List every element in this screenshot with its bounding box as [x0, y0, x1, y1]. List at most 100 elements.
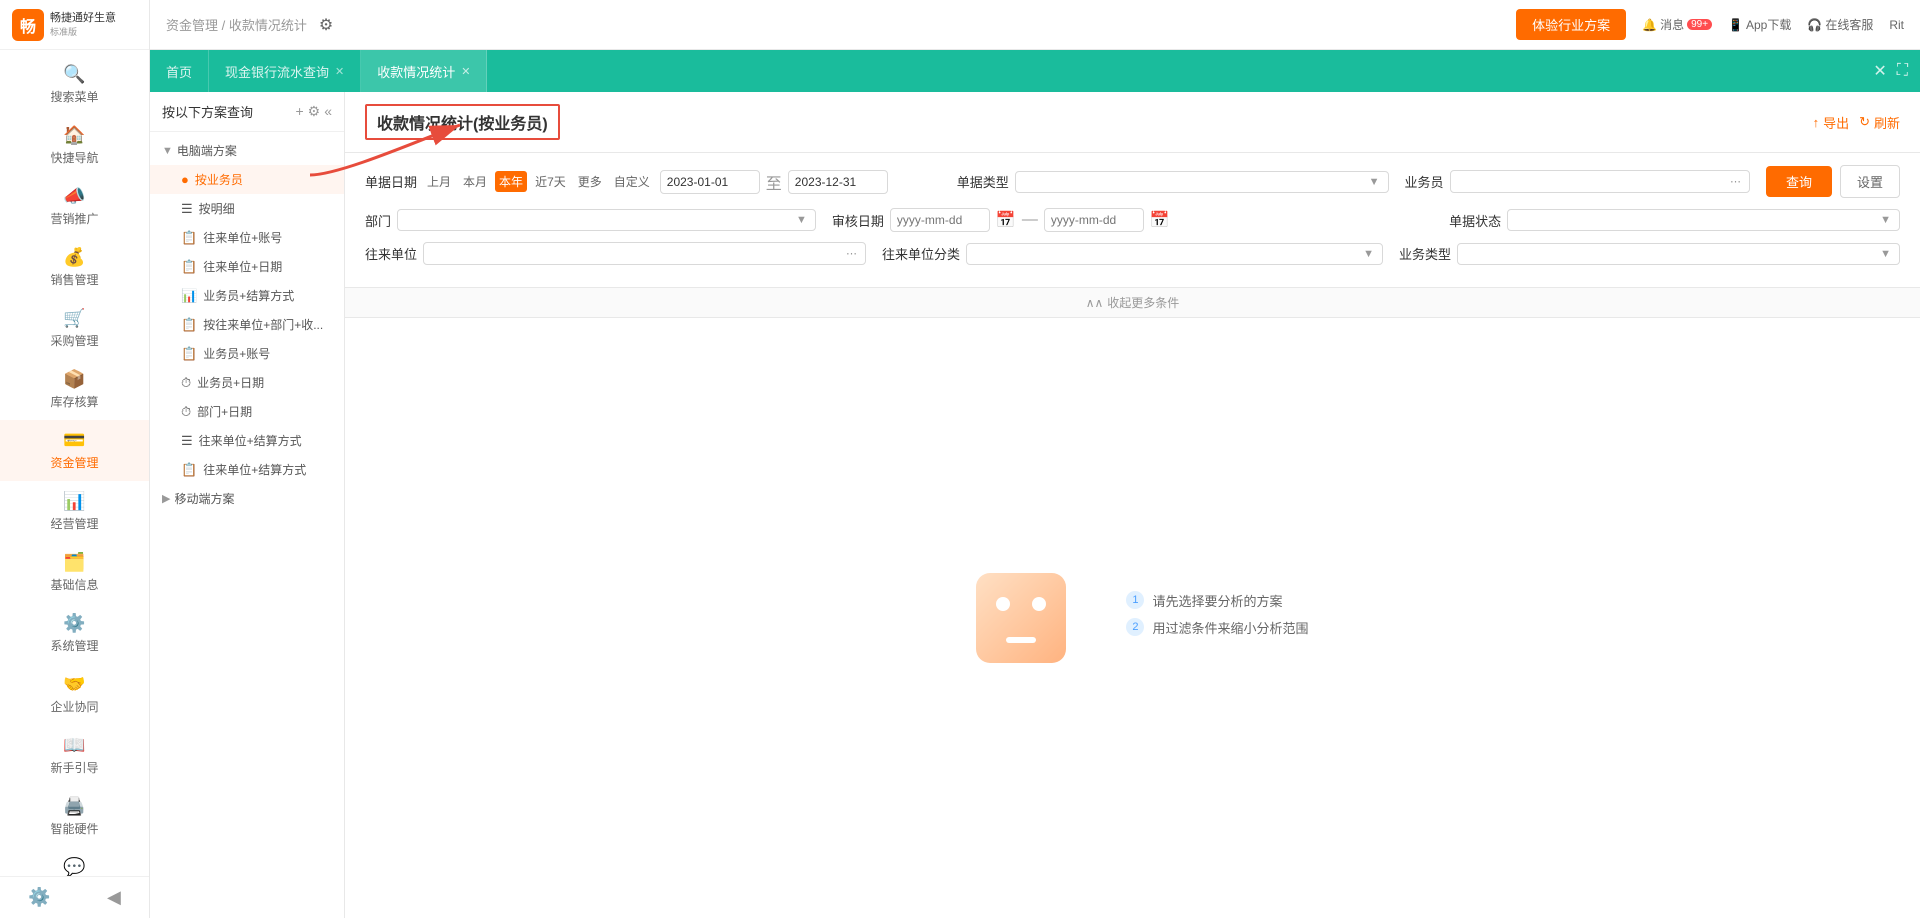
review-date-sep: — [1022, 211, 1038, 229]
tab-close-all-icon[interactable]: ✕ [1873, 61, 1886, 81]
sidebar-item-operation[interactable]: 📊经营管理 [0, 481, 149, 542]
date-btn-last-month[interactable]: 上月 [423, 171, 455, 192]
review-date-label: 审核日期 [832, 211, 884, 230]
sidebar-label-capital: 资金管理 [50, 454, 98, 471]
sidebar-item-shortcut[interactable]: 🏠快捷导航 [0, 115, 149, 176]
tree-item-by-staff[interactable]: ● 按业务员 [150, 165, 344, 194]
sidebar-item-guide[interactable]: 📖新手引导 [0, 725, 149, 786]
review-calendar-to[interactable]: 📅 [1150, 210, 1170, 230]
date-btn-more[interactable]: 更多 [574, 171, 606, 192]
collapse-sidebar-icon[interactable]: ◀ [107, 887, 121, 908]
empty-state: 1 请先选择要分析的方案 2 用过滤条件来缩小分析范围 [345, 318, 1920, 918]
online-service-label: 在线客服 [1825, 16, 1873, 33]
logo-badge: 标准版 [50, 25, 116, 38]
partner-category-select[interactable]: ▼ [966, 243, 1383, 265]
tree-item-partner-account[interactable]: 📋 往来单位+账号 [150, 223, 344, 252]
dept-select[interactable]: ▼ [397, 209, 816, 231]
settings-icon[interactable]: ⚙ [319, 15, 333, 35]
user-avatar[interactable]: Rit [1889, 18, 1904, 32]
tree-item-by-detail[interactable]: ☰ 按明细 [150, 194, 344, 223]
tree-item-label-pd: 往来单位+日期 [203, 258, 282, 275]
doc-status-arrow: ▼ [1880, 214, 1891, 226]
sidebar-label-marketing: 营销推广 [50, 210, 98, 227]
sidebar-item-enterprise[interactable]: 🤝企业协同 [0, 664, 149, 725]
tab-bank-close[interactable]: ✕ [335, 65, 344, 78]
date-from-input[interactable] [660, 170, 760, 194]
sidebar-item-purchase[interactable]: 🛒采购管理 [0, 298, 149, 359]
sidebar-label-guide: 新手引导 [50, 759, 98, 776]
refresh-button[interactable]: ↻ 刷新 [1859, 113, 1900, 132]
sidebar-label-system: 系统管理 [50, 637, 98, 654]
online-service-btn[interactable]: 🎧 在线客服 [1807, 16, 1873, 33]
sidebar-icon-basic: 🗂️ [63, 552, 85, 573]
doc-type-select[interactable]: ▼ [1015, 171, 1389, 193]
tree-item-partner-dept[interactable]: 📋 按往来单位+部门+收... [150, 310, 344, 339]
sidebar-icon-hardware: 🖨️ [63, 796, 85, 817]
scheme-add-btn[interactable]: + [295, 103, 303, 120]
sidebar-item-basic[interactable]: 🗂️基础信息 [0, 542, 149, 603]
settings-button[interactable]: 设置 [1840, 165, 1900, 198]
date-separator: 至 [766, 170, 782, 194]
filter-area: 单据日期 上月 本月 本年 近7天 更多 自定义 至 [345, 153, 1920, 288]
tree-item-staff-account[interactable]: 📋 业务员+账号 [150, 339, 344, 368]
scheme-settings-btn[interactable]: ⚙ [308, 103, 321, 120]
biz-type-select[interactable]: ▼ [1457, 243, 1900, 265]
tree-expand-arrow-mobile: ▶ [162, 492, 170, 505]
tree-item-staff-settle[interactable]: 📊 业务员+结算方式 [150, 281, 344, 310]
export-button[interactable]: ↑ 导出 [1813, 113, 1850, 132]
settings-footer-icon[interactable]: ⚙️ [28, 887, 50, 908]
app-download-btn[interactable]: 📱 App下载 [1728, 16, 1791, 33]
sidebar-label-shortcut: 快捷导航 [50, 149, 98, 166]
tree-item-partner-settle1[interactable]: ☰ 往来单位+结算方式 [150, 426, 344, 455]
tree-item-icon-ps2: 📋 [181, 462, 197, 478]
sidebar-item-hardware[interactable]: 🖨️智能硬件 [0, 786, 149, 847]
sidebar-item-inventory[interactable]: 📦库存核算 [0, 359, 149, 420]
sidebar-item-sales[interactable]: 💰销售管理 [0, 237, 149, 298]
scheme-collapse-btn[interactable]: « [324, 103, 332, 120]
tree-item-icon-pa: 📋 [181, 230, 197, 246]
date-btn-custom[interactable]: 自定义 [610, 171, 654, 192]
review-date-from-input[interactable] [890, 208, 990, 232]
tab-collection[interactable]: 收款情况统计 ✕ [361, 50, 487, 92]
try-industry-button[interactable]: 体验行业方案 [1516, 9, 1626, 40]
date-btn-this-year[interactable]: 本年 [495, 171, 527, 192]
tree-item-staff-date[interactable]: ⏱ 业务员+日期 [150, 368, 344, 397]
top-bar: 资金管理 / 收款情况统计 ⚙ 体验行业方案 🔔 消息 99+ 📱 App下载 … [150, 0, 1920, 50]
sidebar-icon-capital: 💳 [63, 430, 85, 451]
collapse-bar[interactable]: ∧∧ 收起更多条件 [345, 288, 1920, 318]
tree-item-dept-date[interactable]: ⏱ 部门+日期 [150, 397, 344, 426]
sidebar-footer: ⚙️ ◀ [0, 876, 149, 918]
sidebar-item-system[interactable]: ⚙️系统管理 [0, 603, 149, 664]
breadcrumb: 资金管理 / 收款情况统计 [166, 15, 307, 34]
tree-item-partner-settle2[interactable]: 📋 往来单位+结算方式 [150, 455, 344, 484]
bell-icon: 🔔 [1642, 18, 1657, 32]
scheme-tree: ▼ 电脑端方案 ● 按业务员 ☰ 按明细 📋 往来单位+账号 [150, 132, 344, 918]
tree-item-partner-date[interactable]: 📋 往来单位+日期 [150, 252, 344, 281]
date-to-input[interactable] [788, 170, 888, 194]
sidebar-nav: 🔍搜索菜单🏠快捷导航📣营销推广💰销售管理🛒采购管理📦库存核算 💳 资金管理 📊经营管理… [0, 50, 149, 876]
date-btn-this-month[interactable]: 本月 [459, 171, 491, 192]
date-btn-7days[interactable]: 近7天 [531, 171, 570, 192]
refresh-icon: ↻ [1859, 114, 1870, 130]
doc-status-select[interactable]: ▼ [1507, 209, 1900, 231]
tree-group-desktop: ▼ 电脑端方案 ● 按业务员 ☰ 按明细 📋 往来单位+账号 [150, 136, 344, 484]
sidebar-item-wechat[interactable]: 💬企业微信 [0, 847, 149, 876]
notification-btn[interactable]: 🔔 消息 99+ [1642, 16, 1712, 33]
tab-collection-close[interactable]: ✕ [461, 65, 470, 78]
staff-select[interactable]: ⋯ [1450, 170, 1750, 193]
tree-group-mobile-header[interactable]: ▶ 移动端方案 [150, 484, 344, 513]
sidebar-icon-enterprise: 🤝 [63, 674, 85, 695]
tab-expand-icon[interactable]: ⛶ [1897, 62, 1908, 80]
sidebar-item-marketing[interactable]: 📣营销推广 [0, 176, 149, 237]
sidebar-item-search[interactable]: 🔍搜索菜单 [0, 54, 149, 115]
tree-group-desktop-header[interactable]: ▼ 电脑端方案 [150, 136, 344, 165]
review-calendar-from[interactable]: 📅 [996, 210, 1016, 230]
review-date-to-input[interactable] [1044, 208, 1144, 232]
filter-staff: 业务员 ⋯ [1405, 170, 1750, 193]
sidebar-item-capital[interactable]: 💳 资金管理 [0, 420, 149, 481]
query-button[interactable]: 查询 [1766, 166, 1832, 197]
partner-select[interactable]: ⋯ [423, 242, 866, 265]
filter-dept: 部门 ▼ [365, 209, 816, 231]
tab-home[interactable]: 首页 [150, 50, 209, 92]
tab-bank[interactable]: 现金银行流水查询 ✕ [209, 50, 361, 92]
